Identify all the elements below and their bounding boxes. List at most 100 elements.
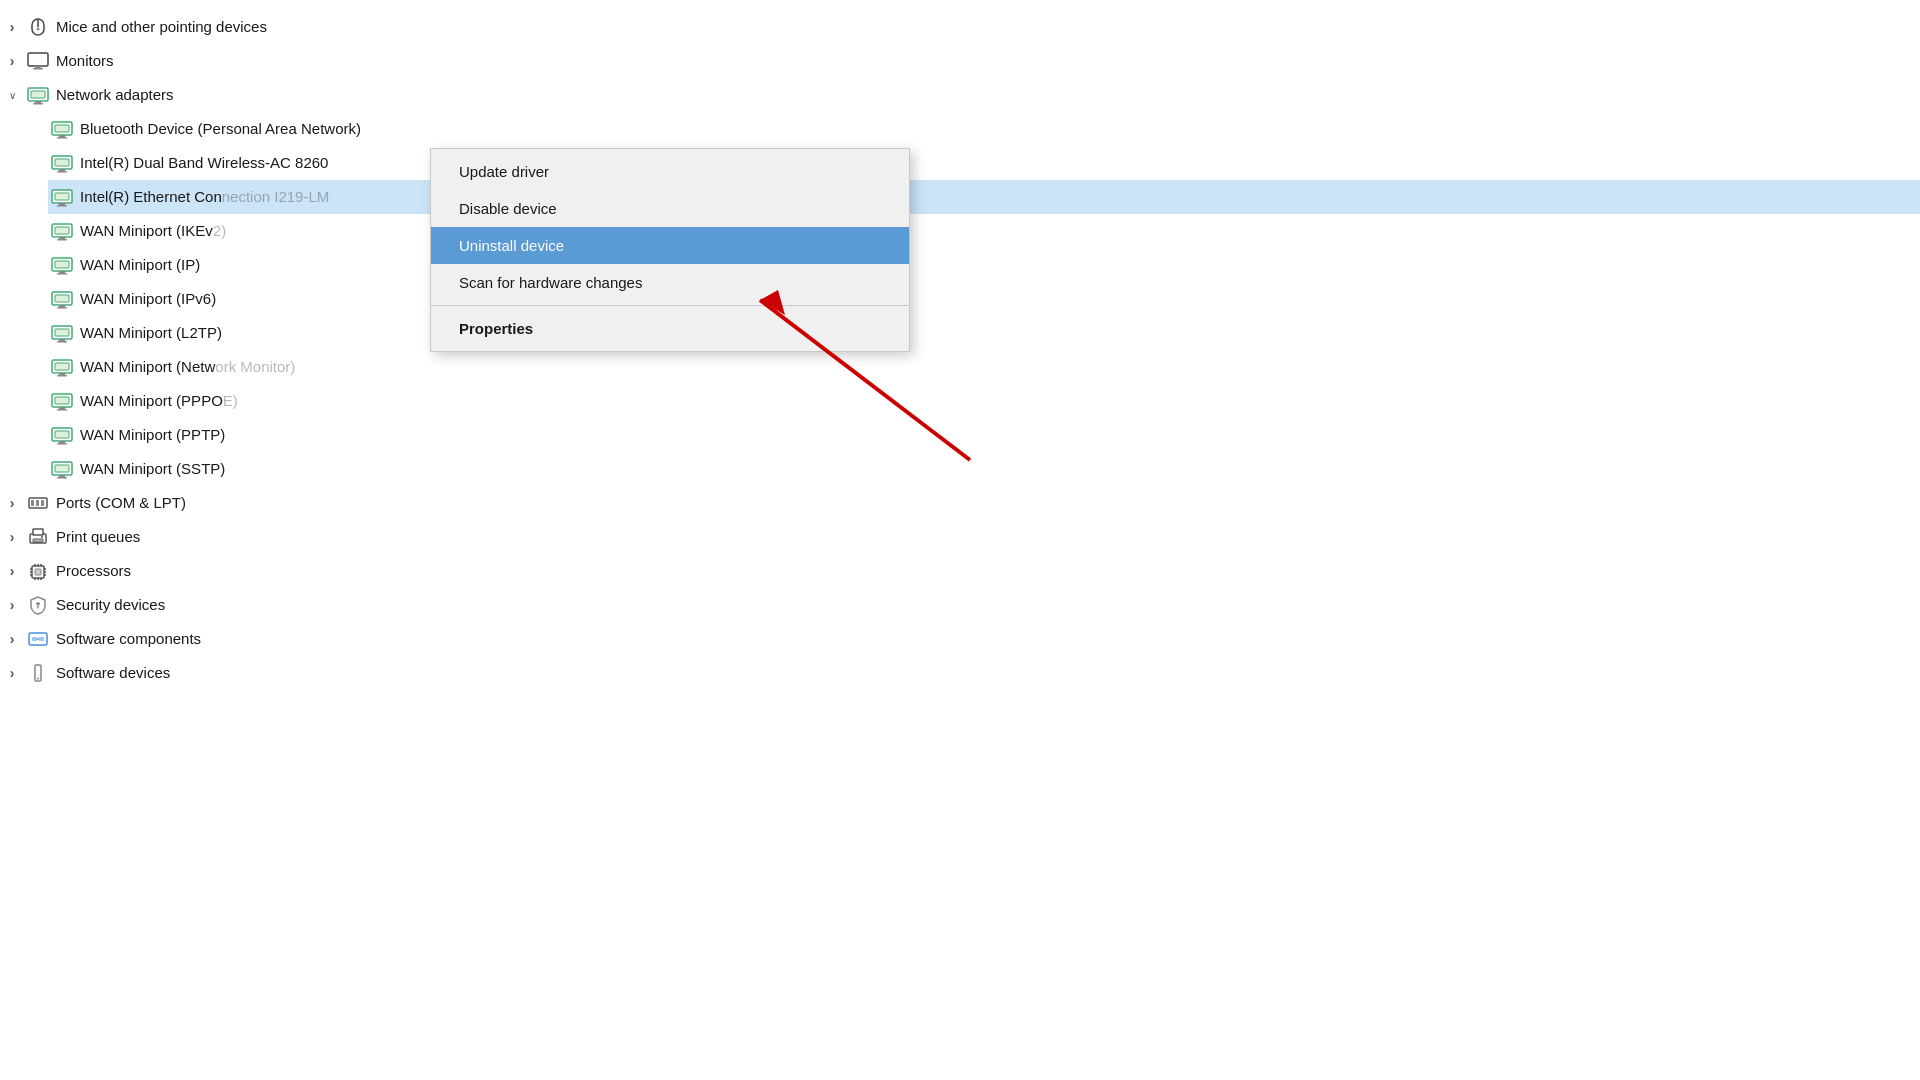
svg-rect-63 xyxy=(35,569,41,575)
svg-rect-27 xyxy=(59,271,65,273)
svg-rect-39 xyxy=(59,373,65,375)
tree-item-monitors[interactable]: Monitors xyxy=(0,44,1920,78)
svg-point-2 xyxy=(37,28,40,31)
context-menu-update-driver[interactable]: Update driver xyxy=(431,153,909,190)
chevron-icon-processors xyxy=(0,561,24,582)
child-wan-l2tp[interactable]: WAN Miniport (L2TP) xyxy=(48,316,1920,350)
wan-l2tp-icon xyxy=(48,321,76,345)
svg-rect-35 xyxy=(59,339,65,341)
child-wan-ipv6[interactable]: WAN Miniport (IPv6) xyxy=(48,282,1920,316)
svg-rect-37 xyxy=(55,329,69,336)
child-wan-netw[interactable]: WAN Miniport (Network Monitor) xyxy=(48,350,1920,384)
svg-rect-40 xyxy=(57,375,67,377)
security-icon xyxy=(24,593,52,617)
intel-ethernet-icon xyxy=(48,185,76,209)
wan-pptp-label: WAN Miniport (PPTP) xyxy=(80,424,225,447)
child-wan-sstp[interactable]: WAN Miniport (SSTP) xyxy=(48,452,1920,486)
svg-rect-43 xyxy=(59,407,65,409)
svg-rect-57 xyxy=(41,500,44,506)
software-devices-icon xyxy=(24,661,52,685)
wan-sstp-label: WAN Miniport (SSTP) xyxy=(80,458,225,481)
tree-item-mice[interactable]: Mice and other pointing devices xyxy=(0,10,1920,44)
mice-icon xyxy=(24,15,52,39)
chevron-icon-monitors xyxy=(0,51,24,72)
svg-rect-47 xyxy=(59,441,65,443)
svg-rect-56 xyxy=(36,500,39,506)
svg-rect-60 xyxy=(33,539,43,542)
context-menu-disable-device[interactable]: Disable device xyxy=(431,190,909,227)
svg-rect-45 xyxy=(55,397,69,404)
svg-rect-44 xyxy=(57,409,67,411)
chevron-icon-sw-devices xyxy=(0,663,24,684)
processors-label: Processors xyxy=(56,560,131,583)
wan-pppoe-icon xyxy=(48,389,76,413)
print-icon xyxy=(24,525,52,549)
ports-icon xyxy=(24,491,52,515)
software-components-icon xyxy=(24,627,52,651)
svg-rect-5 xyxy=(33,68,43,70)
tree-item-software-devices[interactable]: Software devices xyxy=(0,656,1920,690)
child-intel-wireless[interactable]: Intel(R) Dual Band Wireless-AC 8260 xyxy=(48,146,1920,180)
svg-rect-52 xyxy=(57,477,67,479)
child-intel-ethernet[interactable]: Intel(R) Ethernet Connection I219-LM xyxy=(48,180,1920,214)
software-components-label: Software components xyxy=(56,628,201,651)
wan-ip-icon xyxy=(48,253,76,277)
child-wan-pptp[interactable]: WAN Miniport (PPTP) xyxy=(48,418,1920,452)
chevron-icon-security xyxy=(0,595,24,616)
wan-sstp-icon xyxy=(48,457,76,481)
processors-icon xyxy=(24,559,52,583)
tree-item-ports[interactable]: Ports (COM & LPT) xyxy=(0,486,1920,520)
intel-wireless-label: Intel(R) Dual Band Wireless-AC 8260 xyxy=(80,152,328,175)
svg-rect-55 xyxy=(31,500,34,506)
software-devices-label: Software devices xyxy=(56,662,170,685)
wan-pppoe-label: WAN Miniport (PPPOE) xyxy=(80,390,238,413)
svg-rect-8 xyxy=(33,103,43,105)
svg-rect-36 xyxy=(57,341,67,343)
svg-rect-81 xyxy=(39,637,44,641)
wan-ipv6-icon xyxy=(48,287,76,311)
print-label: Print queues xyxy=(56,526,140,549)
svg-rect-3 xyxy=(28,53,48,66)
svg-rect-7 xyxy=(35,101,41,103)
svg-rect-24 xyxy=(57,239,67,241)
svg-rect-53 xyxy=(55,465,69,472)
svg-rect-19 xyxy=(59,203,65,205)
svg-rect-23 xyxy=(59,237,65,239)
svg-rect-48 xyxy=(57,443,67,445)
svg-rect-31 xyxy=(59,305,65,307)
svg-rect-9 xyxy=(31,91,45,98)
child-wan-ip[interactable]: WAN Miniport (IP) xyxy=(48,248,1920,282)
tree-item-software-components[interactable]: Software components xyxy=(0,622,1920,656)
context-menu-properties[interactable]: Properties xyxy=(431,310,909,347)
tree-item-print[interactable]: Print queues xyxy=(0,520,1920,554)
svg-rect-13 xyxy=(55,125,69,132)
wan-netw-label: WAN Miniport (Network Monitor) xyxy=(80,356,295,379)
child-wan-pppoe[interactable]: WAN Miniport (PPPOE) xyxy=(48,384,1920,418)
security-label: Security devices xyxy=(56,594,165,617)
svg-rect-32 xyxy=(57,307,67,309)
bluetooth-label: Bluetooth Device (Personal Area Network) xyxy=(80,118,361,141)
chevron-icon-network: ∨ xyxy=(0,88,24,103)
context-menu-scan-hardware[interactable]: Scan for hardware changes xyxy=(431,264,909,301)
tree-item-processors[interactable]: Processors xyxy=(0,554,1920,588)
monitors-icon xyxy=(24,49,52,73)
intel-wireless-icon xyxy=(48,151,76,175)
child-bluetooth[interactable]: Bluetooth Device (Personal Area Network) xyxy=(48,112,1920,146)
svg-rect-4 xyxy=(35,66,41,68)
svg-rect-15 xyxy=(59,169,65,171)
wan-ikev2-icon xyxy=(48,219,76,243)
chevron-icon-mice xyxy=(0,17,24,38)
tree-item-network-adapters[interactable]: ∨ Network adapters xyxy=(0,78,1920,112)
svg-rect-28 xyxy=(57,273,67,275)
svg-rect-12 xyxy=(57,137,67,139)
device-manager-tree: Mice and other pointing devices Monitors… xyxy=(0,0,1920,700)
intel-ethernet-label: Intel(R) Ethernet Connection I219-LM xyxy=(80,186,329,209)
child-wan-ikev2[interactable]: WAN Miniport (IKEv2) xyxy=(48,214,1920,248)
wan-pptp-icon xyxy=(48,423,76,447)
context-menu-uninstall-device[interactable]: Uninstall device xyxy=(431,227,909,264)
tree-item-security[interactable]: Security devices xyxy=(0,588,1920,622)
bluetooth-icon xyxy=(48,117,76,141)
svg-rect-20 xyxy=(57,205,67,207)
svg-rect-21 xyxy=(55,193,69,200)
monitors-label: Monitors xyxy=(56,50,114,73)
